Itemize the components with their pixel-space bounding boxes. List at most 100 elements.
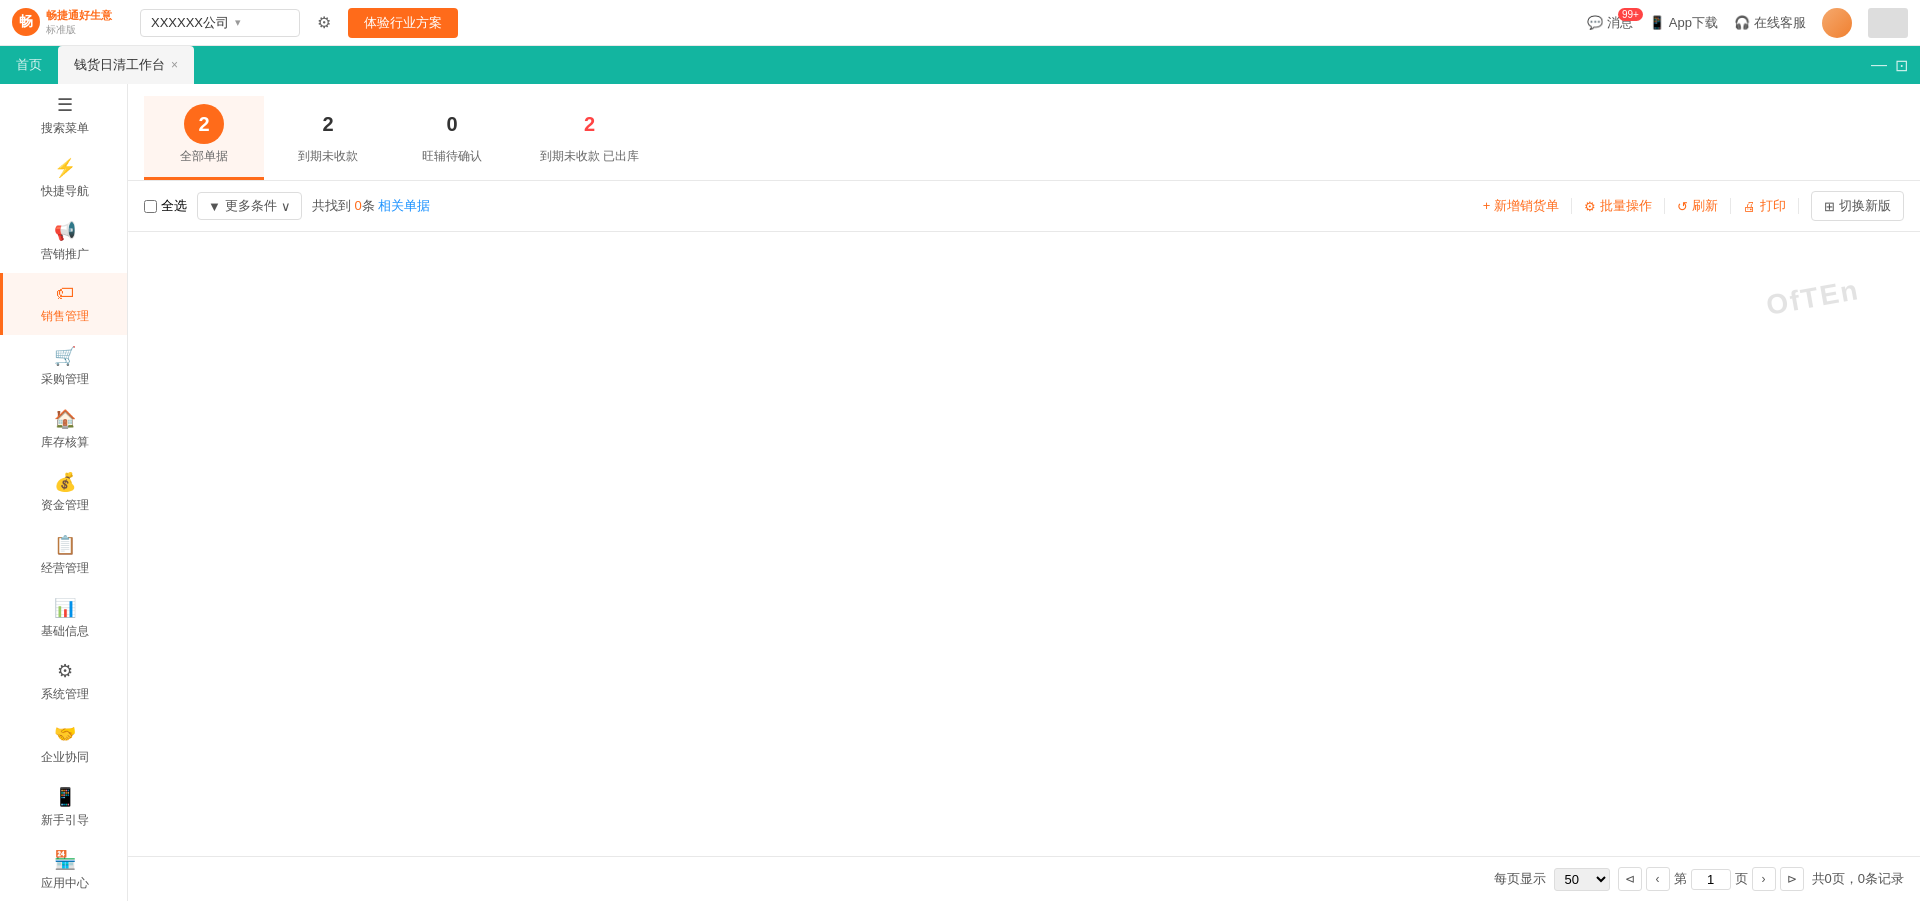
app-download-button[interactable]: 📱 App下载 <box>1649 14 1718 32</box>
tab-actions: — ⊡ <box>1871 56 1920 75</box>
empty-table: OfTEn <box>128 232 1920 856</box>
user-name-area <box>1868 8 1908 38</box>
page-unit: 页 <box>1735 870 1748 888</box>
logo-icon: 畅 <box>12 8 40 36</box>
sidebar-label-purchase: 采购管理 <box>41 371 89 388</box>
quick-nav-icon: ⚡ <box>54 157 76 179</box>
message-button[interactable]: 💬 消息 99+ <box>1587 14 1633 32</box>
stat-tab-overdue[interactable]: 2 到期未收款 <box>268 96 388 180</box>
stat-count-overdue: 2 <box>308 104 348 144</box>
tab-active[interactable]: 钱货日清工作台 × <box>58 46 194 84</box>
avatar[interactable] <box>1822 8 1852 38</box>
filter-icon: ▼ <box>208 199 221 214</box>
top-header: 畅 畅捷通好生意 标准版 XXXXXX公司 ▾ ⚙ 体验行业方案 💬 消息 99… <box>0 0 1920 46</box>
sidebar-label-system: 系统管理 <box>41 686 89 703</box>
refresh-icon: ↺ <box>1677 199 1688 214</box>
divider2 <box>1664 198 1665 214</box>
sidebar-item-system[interactable]: ⚙ 系统管理 <box>0 650 127 713</box>
sidebar-item-operations[interactable]: 📋 经营管理 <box>0 524 127 587</box>
app-download-label: App下载 <box>1669 14 1718 32</box>
refresh-label: 刷新 <box>1692 197 1718 215</box>
logo-area: 畅 畅捷通好生意 标准版 <box>12 8 140 36</box>
settings-button[interactable]: ⚙ <box>308 7 340 39</box>
logo-text: 畅捷通好生意 <box>46 8 112 22</box>
sidebar-item-basic-info[interactable]: 📊 基础信息 <box>0 587 127 650</box>
chevron-down-icon: ∨ <box>281 199 291 214</box>
sidebar-item-marketing[interactable]: 📢 营销推广 <box>0 210 127 273</box>
sidebar-item-app-center[interactable]: 🏪 应用中心 <box>0 839 127 901</box>
stats-tabs: 2 全部单据 2 到期未收款 0 旺辅待确认 2 到期未收款 已出库 <box>128 84 1920 181</box>
sidebar-label-operations: 经营管理 <box>41 560 89 577</box>
print-button[interactable]: 🖨 打印 <box>1743 197 1786 215</box>
stat-count-all: 2 <box>184 104 224 144</box>
sidebar-item-beginner[interactable]: 📱 新手引导 <box>0 776 127 839</box>
sidebar-item-sales[interactable]: 🏷 销售管理 <box>0 273 127 335</box>
per-page-select[interactable]: 20 50 100 <box>1554 868 1610 891</box>
new-sales-button[interactable]: + 新增销货单 <box>1483 197 1559 215</box>
stat-tab-wangwang[interactable]: 0 旺辅待确认 <box>392 96 512 180</box>
stat-label-wangwang: 旺辅待确认 <box>422 148 482 165</box>
search-menu-icon: ☰ <box>57 94 73 116</box>
prev-page-button[interactable]: ‹ <box>1646 867 1670 891</box>
toolbar-right: + 新增销货单 ⚙ 批量操作 ↺ 刷新 🖨 打印 ⊞ <box>1483 191 1904 221</box>
divider4 <box>1798 198 1799 214</box>
stat-tab-all[interactable]: 2 全部单据 <box>144 96 264 180</box>
select-all-input[interactable] <box>144 200 157 213</box>
sidebar-item-search-menu[interactable]: ☰ 搜索菜单 <box>0 84 127 147</box>
tab-close-icon[interactable]: × <box>171 58 178 72</box>
page-navigation: ⊲ ‹ 第 页 › ⊳ <box>1618 867 1804 891</box>
divider3 <box>1730 198 1731 214</box>
content-area: 2 全部单据 2 到期未收款 0 旺辅待确认 2 到期未收款 已出库 全选 <box>128 84 1920 901</box>
sidebar-item-finance[interactable]: 💰 资金管理 <box>0 461 127 524</box>
sidebar-item-enterprise[interactable]: 🤝 企业协同 <box>0 713 127 776</box>
logo-sub: 标准版 <box>46 23 112 37</box>
sidebar-label-marketing: 营销推广 <box>41 246 89 263</box>
header-right: 💬 消息 99+ 📱 App下载 🎧 在线客服 <box>1587 8 1908 38</box>
related-link[interactable]: 相关单据 <box>378 198 430 213</box>
found-count: 0 <box>355 198 362 213</box>
select-all-checkbox[interactable]: 全选 <box>144 197 187 215</box>
page-number-input[interactable] <box>1691 869 1731 890</box>
batch-operation-button[interactable]: ⚙ 批量操作 <box>1584 197 1652 215</box>
marketing-icon: 📢 <box>54 220 76 242</box>
filter-label: 更多条件 <box>225 197 277 215</box>
first-page-button[interactable]: ⊲ <box>1618 867 1642 891</box>
sidebar-item-inventory[interactable]: 🏠 库存核算 <box>0 398 127 461</box>
sidebar: ☰ 搜索菜单 ⚡ 快捷导航 📢 营销推广 🏷 销售管理 🛒 采购管理 🏠 库存核… <box>0 84 128 901</box>
operations-icon: 📋 <box>54 534 76 556</box>
company-name: XXXXXX公司 <box>151 14 229 32</box>
sidebar-label-search-menu: 搜索菜单 <box>41 120 89 137</box>
stat-tab-unshipped[interactable]: 2 到期未收款 已出库 <box>516 96 663 180</box>
finance-icon: 💰 <box>54 471 76 493</box>
main-layout: ☰ 搜索菜单 ⚡ 快捷导航 📢 营销推广 🏷 销售管理 🛒 采购管理 🏠 库存核… <box>0 84 1920 901</box>
purchase-icon: 🛒 <box>54 345 76 367</box>
total-info: 共0页，0条记录 <box>1812 870 1904 888</box>
headset-icon: 🎧 <box>1734 15 1750 30</box>
last-page-button[interactable]: ⊳ <box>1780 867 1804 891</box>
tab-home[interactable]: 首页 <box>0 46 58 84</box>
stat-count-unshipped: 2 <box>570 104 610 144</box>
beginner-icon: 📱 <box>54 786 76 808</box>
filter-button[interactable]: ▼ 更多条件 ∨ <box>197 192 302 220</box>
message-badge: 99+ <box>1618 8 1643 21</box>
tab-maximize-icon[interactable]: ⊡ <box>1895 56 1908 75</box>
refresh-button[interactable]: ↺ 刷新 <box>1677 197 1718 215</box>
next-page-button[interactable]: › <box>1752 867 1776 891</box>
sidebar-item-purchase[interactable]: 🛒 采购管理 <box>0 335 127 398</box>
per-page-label: 每页显示 <box>1494 870 1546 888</box>
select-all-label: 全选 <box>161 197 187 215</box>
page-label: 第 <box>1674 870 1687 888</box>
active-tab-label: 钱货日清工作台 <box>74 56 165 74</box>
sidebar-item-quick-nav[interactable]: ⚡ 快捷导航 <box>0 147 127 210</box>
print-icon: 🖨 <box>1743 199 1756 214</box>
online-service-button[interactable]: 🎧 在线客服 <box>1734 14 1806 32</box>
switch-icon: ⊞ <box>1824 199 1835 214</box>
sidebar-label-quick-nav: 快捷导航 <box>41 183 89 200</box>
tab-bar: 首页 钱货日清工作台 × — ⊡ <box>0 46 1920 84</box>
print-label: 打印 <box>1760 197 1786 215</box>
found-text: 共找到 0条 相关单据 <box>312 197 430 215</box>
switch-version-button[interactable]: ⊞ 切换新版 <box>1811 191 1904 221</box>
trial-button[interactable]: 体验行业方案 <box>348 8 458 38</box>
tab-minimize-icon[interactable]: — <box>1871 56 1887 75</box>
company-selector[interactable]: XXXXXX公司 ▾ <box>140 9 300 37</box>
